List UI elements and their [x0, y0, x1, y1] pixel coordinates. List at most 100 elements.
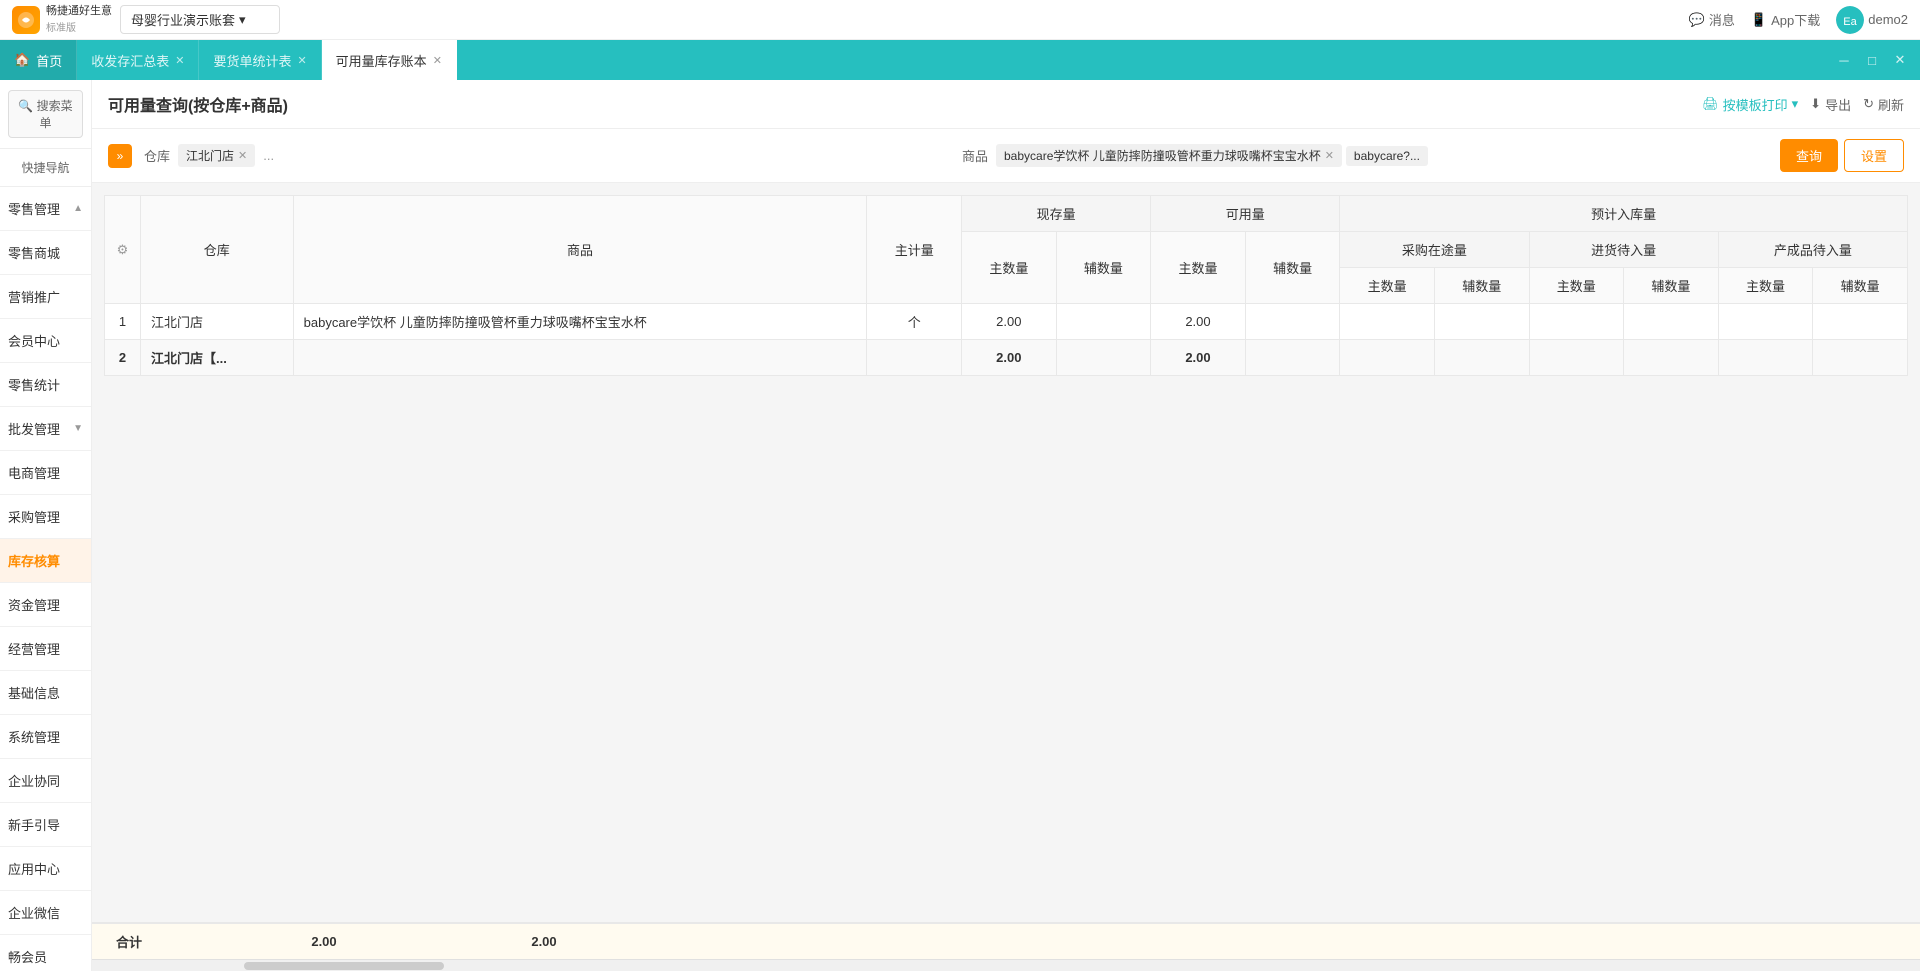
logo-text-area: 畅捷通好生意 标准版 [46, 5, 112, 33]
sidebar-item-guide[interactable]: 新手引导 [0, 803, 91, 847]
filter-actions: 查询 设置 [1780, 139, 1904, 172]
production-pending-header: 产成品待入量 [1718, 232, 1907, 268]
row-current-sub-1 [1056, 340, 1151, 376]
sidebar-item-vip[interactable]: 畅会员 [0, 935, 91, 971]
sidebar-item-member-label: 会员中心 [8, 331, 60, 350]
sidebar-item-retail[interactable]: 零售管理 ▲ [0, 187, 91, 231]
sidebar-item-operations-label: 经营管理 [8, 639, 60, 658]
main-layout: 🔍 搜索菜单 快捷导航 零售管理 ▲ 零售商城 营销推广 会员中心 零售统计 批… [0, 80, 1920, 971]
tab-home[interactable]: 🏠 首页 [0, 40, 77, 80]
product-tag-1: babycare?... [1346, 146, 1428, 166]
row-purchase-transit-main-1 [1340, 340, 1435, 376]
sidebar-item-wholesale[interactable]: 批发管理 ▼ [0, 407, 91, 451]
query-btn[interactable]: 查询 [1780, 139, 1838, 172]
bottom-scrollbar[interactable] [92, 959, 1920, 971]
export-btn[interactable]: ⬇ 导出 [1810, 95, 1851, 114]
sidebar-item-basic-info[interactable]: 基础信息 [0, 671, 91, 715]
window-restore-btn[interactable]: □ [1860, 48, 1884, 72]
expand-icon: » [117, 149, 124, 163]
table-wrapper[interactable]: ⚙ 仓库 商品 主计量 现存量 可用量 预计入库量 主数量 辅数量 主数量 辅数… [92, 183, 1920, 922]
sidebar-item-app-center[interactable]: 应用中心 [0, 847, 91, 891]
row-product-1 [293, 340, 867, 376]
svg-text:Ea: Ea [1844, 16, 1858, 28]
print-dropdown-icon: ▾ [1792, 96, 1799, 112]
print-btn[interactable]: 🖨 按模板打印 ▾ [1702, 95, 1798, 114]
window-close-btn[interactable]: ✕ [1888, 48, 1912, 72]
sidebar-item-operations[interactable]: 经营管理 [0, 627, 91, 671]
row-production-main-0 [1718, 304, 1813, 340]
tab-available-stock[interactable]: 可用量库存账本 ✕ [322, 40, 457, 80]
nav-tabs-bar: 🏠 首页 收发存汇总表 ✕ 要货单统计表 ✕ 可用量库存账本 ✕ － □ ✕ [0, 40, 1920, 80]
search-menu-label: 搜索菜单 [37, 99, 73, 130]
sidebar-item-retail-stats[interactable]: 零售统计 [0, 363, 91, 407]
sidebar-item-inventory-label: 库存核算 [8, 551, 60, 570]
search-menu-btn[interactable]: 🔍 搜索菜单 [8, 90, 83, 138]
row-no-0: 1 [105, 304, 141, 340]
quick-nav-label: 快捷导航 [21, 161, 69, 175]
warehouse-col-header: 仓库 [141, 196, 294, 304]
app-download-btn[interactable]: 📱 App下载 [1751, 10, 1820, 29]
page-title: 可用量查询(按仓库+商品) [108, 92, 288, 116]
current-sub-header: 辅数量 [1056, 232, 1151, 304]
table-row: 1 江北门店 babycare学饮杯 儿童防摔防撞吸管杯重力球吸嘴杯宝宝水杯 个… [105, 304, 1908, 340]
product-filter-group: 商品 babycare学饮杯 儿童防摔防撞吸管杯重力球吸嘴杯宝宝水杯 ✕ bab… [962, 144, 1768, 167]
sidebar-item-finance-label: 资金管理 [8, 595, 60, 614]
tab-receive-send[interactable]: 收发存汇总表 ✕ [77, 40, 199, 80]
sidebar-item-system[interactable]: 系统管理 [0, 715, 91, 759]
user-profile-btn[interactable]: Ea demo2 [1836, 6, 1908, 34]
sidebar-item-purchase[interactable]: 采购管理 [0, 495, 91, 539]
warehouse-tag-close[interactable]: ✕ [238, 149, 247, 162]
sidebar-item-enterprise-label: 企业协同 [8, 771, 60, 790]
tab-order-stats-close[interactable]: ✕ [297, 54, 306, 67]
phone-icon: 📱 [1751, 12, 1767, 28]
scrollbar-thumb[interactable] [244, 962, 444, 970]
sidebar-item-vip-label: 畅会员 [8, 947, 47, 966]
row-available-sub-1 [1245, 340, 1340, 376]
tab-order-stats[interactable]: 要货单统计表 ✕ [199, 40, 321, 80]
available-main-header: 主数量 [1151, 232, 1246, 304]
tab-available-stock-close[interactable]: ✕ [433, 54, 442, 67]
settings-btn[interactable]: 设置 [1844, 139, 1904, 172]
sidebar-item-inventory[interactable]: 库存核算 [0, 539, 91, 583]
warehouse-more-btn[interactable]: ... [263, 148, 274, 163]
tab-receive-send-close[interactable]: ✕ [175, 54, 184, 67]
sidebar-item-marketing[interactable]: 营销推广 [0, 275, 91, 319]
sidebar-item-basic-info-label: 基础信息 [8, 683, 60, 702]
refresh-icon: ↻ [1863, 96, 1874, 112]
sidebar-item-wechat[interactable]: 企业微信 [0, 891, 91, 935]
message-btn[interactable]: 💬 消息 [1689, 10, 1735, 29]
sidebar-item-wholesale-label: 批发管理 [8, 419, 60, 438]
row-inbound-sub-0 [1624, 304, 1719, 340]
sidebar-item-guide-label: 新手引导 [8, 815, 60, 834]
sidebar-item-finance[interactable]: 资金管理 [0, 583, 91, 627]
sidebar-item-enterprise[interactable]: 企业协同 [0, 759, 91, 803]
inbound-sub-header: 辅数量 [1624, 268, 1719, 304]
quick-nav-btn[interactable]: 快捷导航 [0, 149, 91, 187]
window-minimize-btn[interactable]: － [1832, 48, 1856, 72]
row-current-main-0: 2.00 [962, 304, 1057, 340]
refresh-label: 刷新 [1878, 95, 1904, 114]
user-avatar: Ea [1836, 6, 1864, 34]
row-current-main-1: 2.00 [962, 340, 1057, 376]
product-tag-0-close[interactable]: ✕ [1325, 149, 1334, 162]
table-settings-icon[interactable]: ⚙ [117, 242, 129, 257]
row-available-main-0: 2.00 [1151, 304, 1246, 340]
product-tag-text-1: babycare?... [1354, 149, 1420, 163]
product-col-header: 商品 [293, 196, 867, 304]
row-production-sub-1 [1813, 340, 1908, 376]
row-purchase-transit-sub-0 [1434, 304, 1529, 340]
sidebar-item-ecommerce[interactable]: 电商管理 [0, 451, 91, 495]
footer-label: 合计 [104, 932, 264, 951]
search-icon: 🔍 [18, 99, 33, 113]
row-purchase-transit-main-0 [1340, 304, 1435, 340]
refresh-btn[interactable]: ↻ 刷新 [1863, 95, 1904, 114]
industry-selector[interactable]: 母婴行业演示账套 ▾ [120, 5, 280, 34]
table-footer: 合计 2.00 2.00 [92, 922, 1920, 959]
user-name: demo2 [1868, 12, 1908, 27]
warehouse-filter-label: 仓库 [144, 146, 170, 165]
filter-expand-btn[interactable]: » [108, 144, 132, 168]
sidebar-item-member[interactable]: 会员中心 [0, 319, 91, 363]
sidebar-item-retail-shop[interactable]: 零售商城 [0, 231, 91, 275]
nav-tab-controls: － □ ✕ [1824, 40, 1920, 80]
warehouse-tags: 江北门店 ✕ [178, 144, 255, 167]
